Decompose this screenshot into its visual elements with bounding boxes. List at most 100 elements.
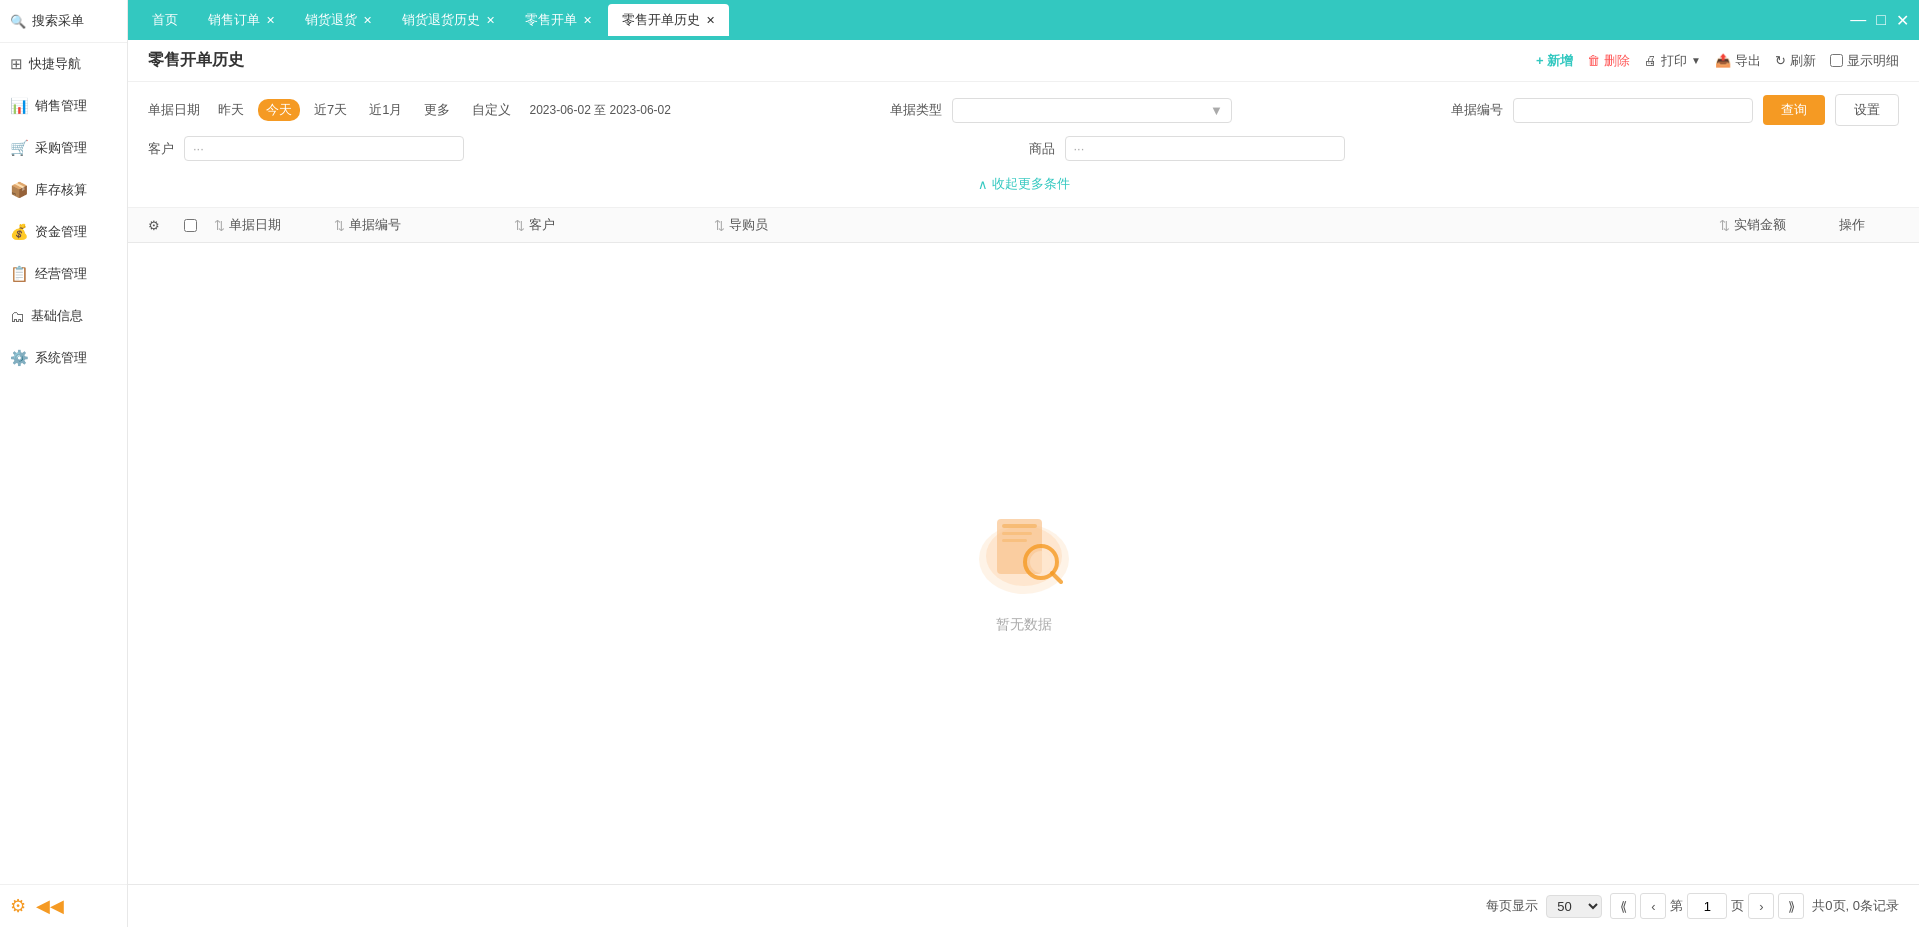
tab-close-icon[interactable]: ✕ [266, 14, 275, 27]
tab-label: 销售订单 [208, 11, 260, 29]
th-customer-sort-icon: ⇅ [514, 218, 525, 233]
total-info: 共0页, 0条记录 [1812, 897, 1899, 915]
page-header: 零售开单历史 + 新增 🗑 删除 🖨 打印 ▼ 📤 导出 ↻ [128, 40, 1919, 82]
sidebar-item-base[interactable]: 🗂 基础信息 [0, 295, 127, 337]
per-page-label: 每页显示 [1486, 897, 1538, 915]
th-op: 操作 [1829, 208, 1909, 242]
query-button[interactable]: 查询 [1763, 95, 1825, 125]
finance-icon: 💰 [10, 223, 29, 241]
collapse-more-btn[interactable]: ∧ 收起更多条件 [148, 171, 1899, 201]
th-flex [824, 217, 1709, 233]
table-body: 暂无数据 [128, 243, 1919, 884]
main-area: 首页销售订单✕销货退货✕销货退货历史✕零售开单✕零售开单历史✕ — □ ✕ 零售… [128, 0, 1919, 927]
empty-illustration: 暂无数据 [969, 494, 1079, 634]
sidebar-item-label: 系统管理 [35, 349, 87, 367]
delete-button[interactable]: 🗑 删除 [1587, 52, 1630, 70]
tab-retail-open[interactable]: 零售开单✕ [511, 4, 606, 36]
th-guide[interactable]: ⇅ 导购员 [704, 208, 824, 242]
sidebar-item-label: 销售管理 [35, 97, 87, 115]
sidebar-item-inventory[interactable]: 📦 库存核算 [0, 169, 127, 211]
show-detail-input[interactable] [1830, 54, 1843, 67]
tab-retail-open-history[interactable]: 零售开单历史✕ [608, 4, 729, 36]
sidebar-gear-icon[interactable]: ⚙ [10, 895, 26, 917]
print-arrow-icon: ▼ [1691, 55, 1701, 66]
export-button[interactable]: 📤 导出 [1715, 52, 1761, 70]
th-customer[interactable]: ⇅ 客户 [504, 208, 704, 242]
window-minimize-btn[interactable]: — [1850, 11, 1866, 29]
sidebar-search-label: 搜索采单 [32, 12, 84, 30]
order-no-input[interactable] [1513, 98, 1753, 123]
search-icon: 🔍 [10, 14, 26, 29]
order-type-select[interactable]: ▼ [952, 98, 1232, 123]
sidebar-item-ops[interactable]: 📋 经营管理 [0, 253, 127, 295]
tab-label: 销货退货历史 [402, 11, 480, 29]
tab-label: 首页 [152, 11, 178, 29]
window-close-btn[interactable]: ✕ [1896, 11, 1909, 30]
tab-close-icon[interactable]: ✕ [706, 14, 715, 27]
info-icon: 🗂 [10, 308, 25, 325]
goods-input[interactable]: ··· [1065, 136, 1345, 161]
customer-input[interactable]: ··· [184, 136, 464, 161]
order-type-arrow-icon: ▼ [1210, 103, 1223, 118]
tab-home[interactable]: 首页 [138, 4, 192, 36]
refresh-button[interactable]: ↻ 刷新 [1775, 52, 1816, 70]
date-opt-近7天[interactable]: 近7天 [306, 99, 355, 121]
th-amount[interactable]: ⇅ 实销金额 [1709, 208, 1829, 242]
top-nav: 首页销售订单✕销货退货✕销货退货历史✕零售开单✕零售开单历史✕ — □ ✕ [128, 0, 1919, 40]
export-icon: 📤 [1715, 53, 1731, 68]
collapse-up-icon: ∧ [978, 177, 988, 192]
page-prefix-label: 第 [1670, 897, 1683, 915]
print-button[interactable]: 🖨 打印 ▼ [1644, 52, 1701, 70]
toolbar: + 新增 🗑 删除 🖨 打印 ▼ 📤 导出 ↻ 刷新 [1536, 52, 1899, 70]
sidebar-item-finance[interactable]: 💰 资金管理 [0, 211, 127, 253]
tab-sales-return-history[interactable]: 销货退货历史 ✕ [388, 4, 509, 36]
th-check[interactable] [174, 211, 204, 240]
th-date[interactable]: ⇅ 单据日期 [204, 208, 324, 242]
tab-close-icon[interactable]: ✕ [363, 14, 372, 27]
first-page-btn[interactable]: ⟪ [1610, 893, 1636, 919]
window-maximize-btn[interactable]: □ [1876, 11, 1886, 29]
sidebar-item-system[interactable]: ⚙️ 系统管理 [0, 337, 127, 379]
date-opt-更多[interactable]: 更多 [416, 99, 458, 121]
settings-button[interactable]: 设置 [1835, 94, 1899, 126]
inventory-icon: 📦 [10, 181, 29, 199]
next-page-btn[interactable]: › [1748, 893, 1774, 919]
table-settings-icon: ⚙ [148, 218, 160, 233]
sidebar-collapse-icon[interactable]: ◀◀ [36, 895, 64, 917]
sidebar-search-btn[interactable]: 🔍 搜索采单 [0, 0, 127, 43]
order-type-label: 单据类型 [890, 101, 942, 119]
nav-icon: ⊞ [10, 55, 23, 73]
new-button[interactable]: + 新增 [1536, 52, 1573, 70]
last-page-btn[interactable]: ⟫ [1778, 893, 1804, 919]
th-amount-sort-icon: ⇅ [1719, 218, 1730, 233]
date-opt-自定义[interactable]: 自定义 [464, 99, 519, 121]
date-opt-昨天[interactable]: 昨天 [210, 99, 252, 121]
date-options: 昨天今天近7天近1月更多自定义 [210, 99, 519, 121]
show-detail-checkbox[interactable]: 显示明细 [1830, 52, 1899, 70]
select-all-checkbox[interactable] [184, 219, 197, 232]
svg-point-7 [1030, 551, 1052, 573]
tab-close-icon[interactable]: ✕ [583, 14, 592, 27]
sidebar-item-sales[interactable]: 📊 销售管理 [0, 85, 127, 127]
pagination: 每页显示 50 10 20 100 ⟪ ‹ 第 页 › ⟫ 共0页, 0条记录 [128, 884, 1919, 927]
date-filter-label: 单据日期 [148, 101, 200, 119]
sidebar-item-quick-nav[interactable]: ⊞ 快捷导航 [0, 43, 127, 85]
per-page-select[interactable]: 50 10 20 100 [1546, 895, 1602, 918]
tab-close-icon[interactable]: ✕ [486, 14, 495, 27]
page-title: 零售开单历史 [148, 50, 244, 71]
tab-sales-order[interactable]: 销售订单 ✕ [194, 4, 289, 36]
page-number-input[interactable] [1687, 893, 1727, 919]
svg-rect-4 [1002, 532, 1032, 535]
date-opt-今天[interactable]: 今天 [258, 99, 300, 121]
tab-sales-return[interactable]: 销货退货✕ [291, 4, 386, 36]
sidebar-item-purchase[interactable]: 🛒 采购管理 [0, 127, 127, 169]
system-icon: ⚙️ [10, 349, 29, 367]
empty-text: 暂无数据 [996, 616, 1052, 634]
prev-page-btn[interactable]: ‹ [1640, 893, 1666, 919]
date-opt-近1月[interactable]: 近1月 [361, 99, 410, 121]
empty-svg [969, 494, 1079, 604]
th-order[interactable]: ⇅ 单据编号 [324, 208, 504, 242]
sidebar-item-label: 资金管理 [35, 223, 87, 241]
th-settings[interactable]: ⚙ [138, 210, 174, 241]
sidebar-bottom: ⚙ ◀◀ [0, 884, 127, 927]
